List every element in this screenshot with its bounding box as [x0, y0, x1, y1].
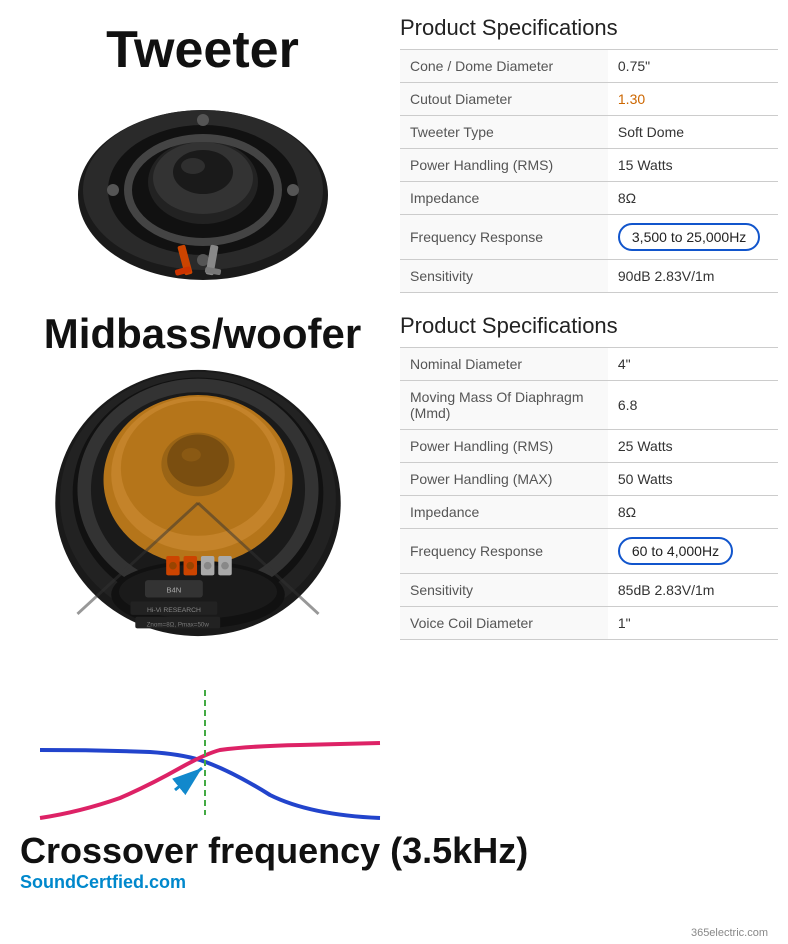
- table-row: Tweeter TypeSoft Dome: [400, 116, 778, 149]
- spec-label: Sensitivity: [400, 260, 608, 293]
- table-row: Impedance8Ω: [400, 182, 778, 215]
- spec-label: Impedance: [400, 496, 608, 529]
- spec-label: Power Handling (RMS): [400, 149, 608, 182]
- spec-value: 4": [608, 348, 778, 381]
- spec-label: Frequency Response: [400, 529, 608, 574]
- spec-label: Frequency Response: [400, 215, 608, 260]
- spec-label: Sensitivity: [400, 574, 608, 607]
- table-row: Cone / Dome Diameter0.75": [400, 50, 778, 83]
- table-row: Sensitivity90dB 2.83V/1m: [400, 260, 778, 293]
- tweeter-title: Tweeter: [20, 20, 385, 80]
- spec-value: 0.75": [608, 50, 778, 83]
- spec-label: Impedance: [400, 182, 608, 215]
- crossover-title: Crossover frequency (3.5kHz): [20, 830, 768, 872]
- spec-label: Cutout Diameter: [400, 83, 608, 116]
- spec-label: Tweeter Type: [400, 116, 608, 149]
- crossover-content: Crossover frequency (3.5kHz) SoundCertfi…: [20, 680, 768, 893]
- spec-value: 1": [608, 607, 778, 640]
- midbass-specs-title: Product Specifications: [400, 313, 778, 339]
- spec-label: Moving Mass Of Diaphragm (Mmd): [400, 381, 608, 430]
- svg-text:Hi-Vi RESEARCH: Hi-Vi RESEARCH: [146, 607, 200, 614]
- spec-label: Power Handling (RMS): [400, 430, 608, 463]
- spec-value: 25 Watts: [608, 430, 778, 463]
- tweeter-image: [63, 90, 343, 290]
- svg-text:B4N: B4N: [166, 586, 181, 595]
- tweeter-specs-title: Product Specifications: [400, 15, 778, 41]
- table-row: Frequency Response3,500 to 25,000Hz: [400, 215, 778, 260]
- spec-value: 3,500 to 25,000Hz: [608, 215, 778, 260]
- midbass-specs-table: Nominal Diameter4"Moving Mass Of Diaphra…: [400, 347, 778, 640]
- table-row: Sensitivity85dB 2.83V/1m: [400, 574, 778, 607]
- tweeter-specs-table: Cone / Dome Diameter0.75"Cutout Diameter…: [400, 49, 778, 293]
- left-panel: Tweeter: [0, 0, 395, 670]
- spec-value: 1.30: [608, 83, 778, 116]
- woofer-image: B4N Hi-Vi RESEARCH Znom=8Ω, Pmax=50w: [48, 368, 358, 638]
- main-layout: Tweeter: [0, 0, 788, 670]
- table-row: Voice Coil Diameter1": [400, 607, 778, 640]
- spec-value: 6.8: [608, 381, 778, 430]
- soundcertified-label: SoundCertfied.com: [20, 872, 768, 893]
- table-row: Impedance8Ω: [400, 496, 778, 529]
- table-row: Cutout Diameter1.30: [400, 83, 778, 116]
- table-row: Moving Mass Of Diaphragm (Mmd)6.8: [400, 381, 778, 430]
- midbass-title: Midbass/woofer: [20, 310, 385, 358]
- spec-value: 90dB 2.83V/1m: [608, 260, 778, 293]
- spec-value: 50 Watts: [608, 463, 778, 496]
- svg-text:Znom=8Ω, Pmax=50w: Znom=8Ω, Pmax=50w: [146, 621, 209, 628]
- table-row: Nominal Diameter4": [400, 348, 778, 381]
- spec-label: Voice Coil Diameter: [400, 607, 608, 640]
- spec-value: 60 to 4,000Hz: [608, 529, 778, 574]
- table-row: Power Handling (RMS)25 Watts: [400, 430, 778, 463]
- spec-label: Power Handling (MAX): [400, 463, 608, 496]
- spec-value: 8Ω: [608, 496, 778, 529]
- spec-value: Soft Dome: [608, 116, 778, 149]
- spec-value: 8Ω: [608, 182, 778, 215]
- table-row: Power Handling (RMS)15 Watts: [400, 149, 778, 182]
- attribution-label: 365electric.com: [691, 927, 768, 939]
- spec-value: 15 Watts: [608, 149, 778, 182]
- spec-label: Cone / Dome Diameter: [400, 50, 608, 83]
- table-row: Power Handling (MAX)50 Watts: [400, 463, 778, 496]
- crossover-section: Crossover frequency (3.5kHz) SoundCertfi…: [0, 670, 788, 903]
- crossover-diagram: [20, 680, 400, 820]
- spec-value: 85dB 2.83V/1m: [608, 574, 778, 607]
- spec-label: Nominal Diameter: [400, 348, 608, 381]
- right-panel: Product Specifications Cone / Dome Diame…: [395, 0, 788, 670]
- table-row: Frequency Response60 to 4,000Hz: [400, 529, 778, 574]
